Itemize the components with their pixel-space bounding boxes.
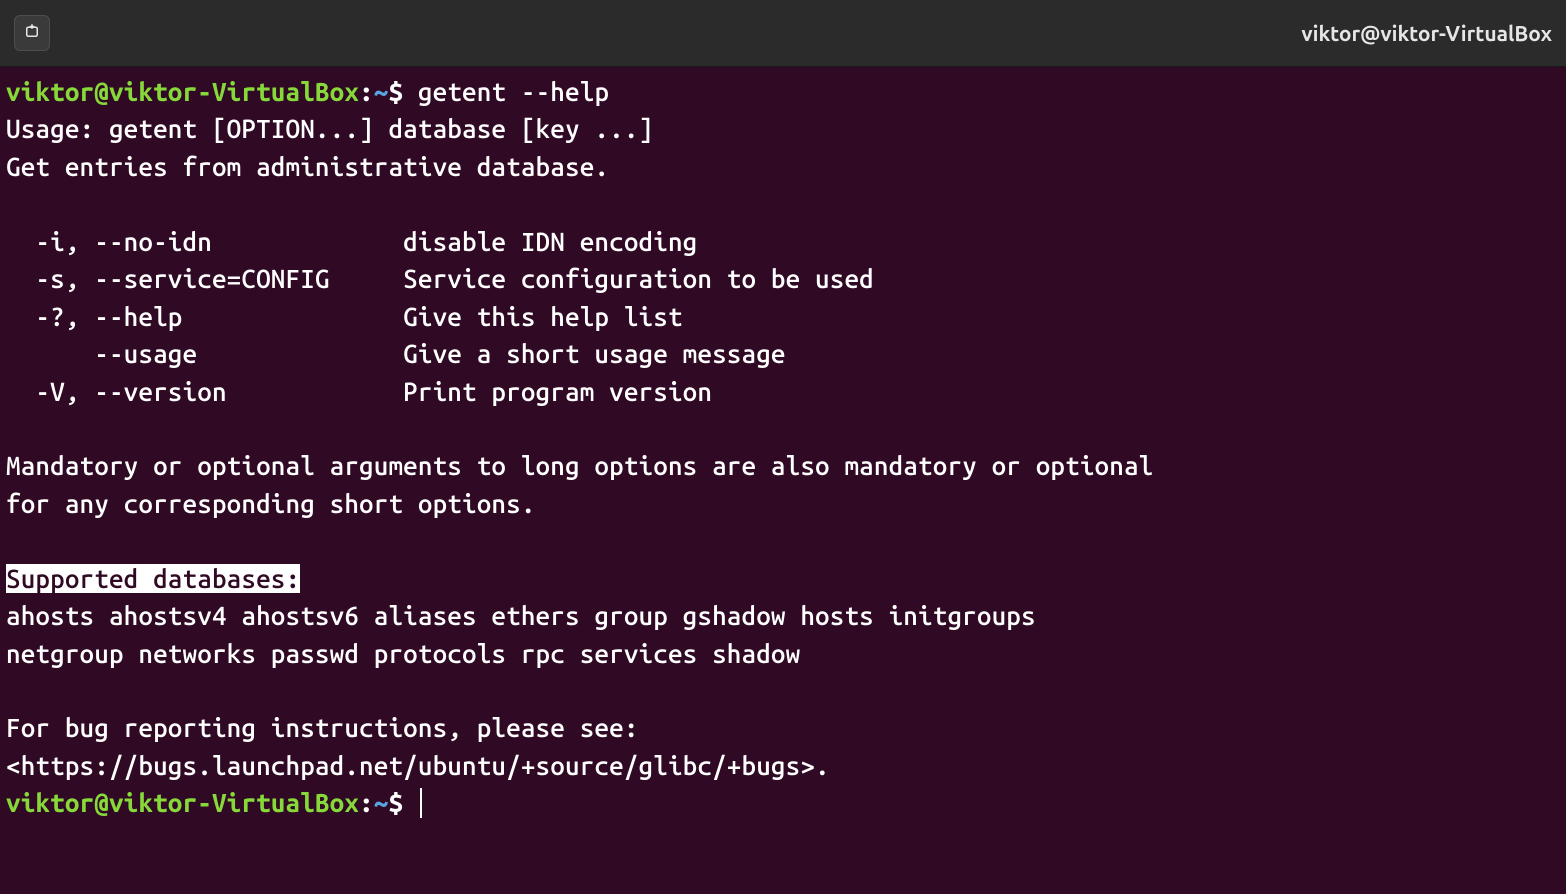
output-usage: Usage: getent [OPTION...] database [key … <box>6 114 653 143</box>
prompt-symbol: $ <box>388 788 403 817</box>
option-line: -i, --no-idn disable IDN encoding <box>6 227 697 256</box>
option-line: -s, --service=CONFIG Service configurati… <box>6 264 874 293</box>
output-mandatory-2: for any corresponding short options. <box>6 489 536 518</box>
cursor <box>420 788 422 818</box>
command-text: getent --help <box>418 77 609 106</box>
window-title: viktor@viktor-VirtualBox <box>1301 21 1552 45</box>
terminal-area[interactable]: viktor@viktor-VirtualBox:~$ getent --hel… <box>0 67 1566 828</box>
prompt-path: ~ <box>374 77 389 106</box>
output-bug-1: For bug reporting instructions, please s… <box>6 713 639 742</box>
prompt-user-host: viktor@viktor-VirtualBox <box>6 77 359 106</box>
option-line: -?, --help Give this help list <box>6 302 683 331</box>
output-databases-2: netgroup networks passwd protocols rpc s… <box>6 639 800 668</box>
prompt-sep: : <box>359 788 374 817</box>
prompt-symbol: $ <box>388 77 403 106</box>
prompt-path: ~ <box>374 788 389 817</box>
titlebar: viktor@viktor-VirtualBox <box>0 0 1566 67</box>
output-desc: Get entries from administrative database… <box>6 152 609 181</box>
output-databases-1: ahosts ahostsv4 ahostsv6 aliases ethers … <box>6 601 1036 630</box>
output-supported-label: Supported databases: <box>6 564 300 593</box>
new-tab-icon <box>23 22 41 44</box>
output-mandatory-1: Mandatory or optional arguments to long … <box>6 451 1153 480</box>
option-line: --usage Give a short usage message <box>6 339 786 368</box>
prompt-sep: : <box>359 77 374 106</box>
output-bug-2: <https://bugs.launchpad.net/ubuntu/+sour… <box>6 751 830 780</box>
option-line: -V, --version Print program version <box>6 377 712 406</box>
new-tab-button[interactable] <box>14 15 50 51</box>
prompt-user-host: viktor@viktor-VirtualBox <box>6 788 359 817</box>
